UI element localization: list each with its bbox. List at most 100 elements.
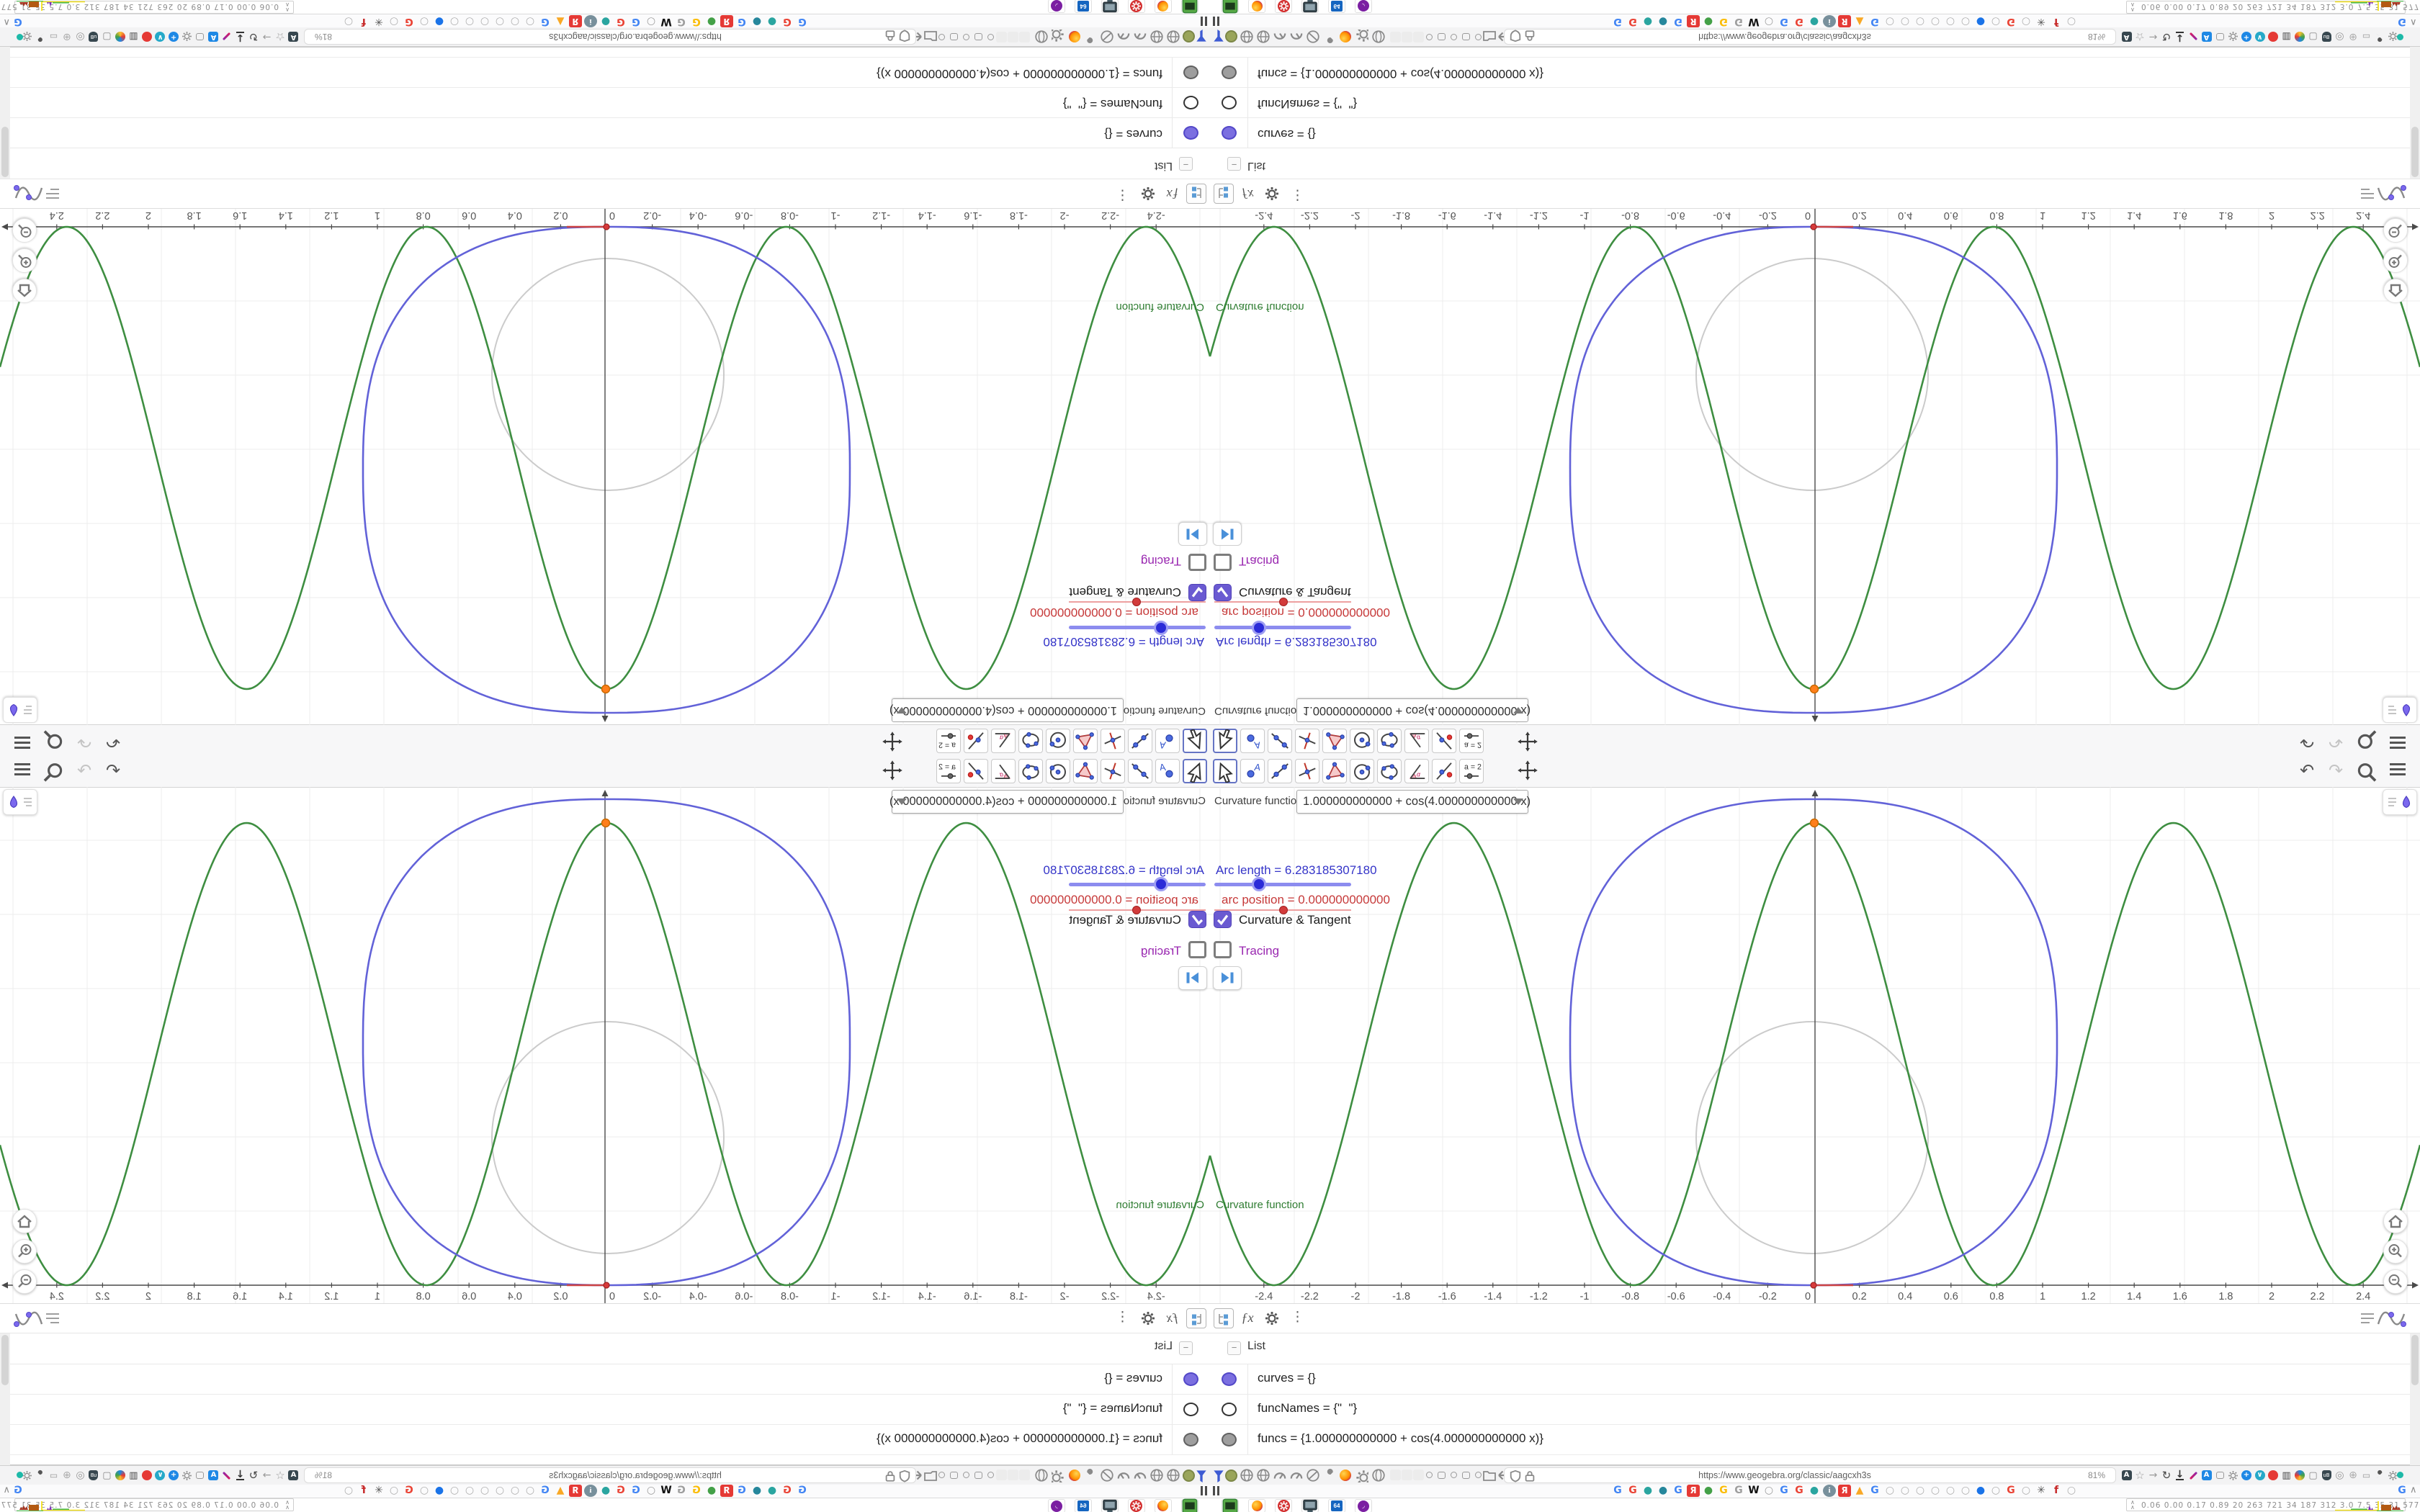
taskbar-app-firefox[interactable]	[1248, 0, 1265, 13]
taskbar-app-terminal-green[interactable]	[1222, 1498, 1239, 1512]
translate-blue-icon[interactable]: A	[2200, 30, 2213, 44]
tool-circle-with-center-button[interactable]	[1046, 759, 1070, 783]
small-toggle-icon[interactable]	[1426, 34, 1433, 40]
tracing-checkbox[interactable]	[1214, 554, 1232, 571]
bookmark-favicon[interactable]: G	[539, 1485, 552, 1497]
forward-arrow-icon[interactable]: →	[261, 1468, 273, 1482]
tool-circle-with-center-button[interactable]	[1350, 759, 1374, 783]
bookmark-favicon[interactable]: ○	[418, 1485, 431, 1497]
shield-ring-icon[interactable]: ◎	[2334, 30, 2346, 44]
down-circle-icon[interactable]: ∨	[154, 30, 166, 44]
bookmark-favicon[interactable]: ○	[448, 1485, 461, 1497]
tool-slider-button[interactable]: a = 2	[936, 729, 961, 753]
zoom-in-button[interactable]	[2383, 1239, 2408, 1264]
visibility-marble-funcs[interactable]	[1222, 66, 1237, 79]
gauge-icon[interactable]	[1289, 30, 1304, 44]
translate-blue-icon[interactable]: A	[207, 1468, 220, 1482]
tool-point-button[interactable]: A	[1155, 729, 1180, 753]
translate-dark-icon[interactable]: A	[2120, 30, 2133, 44]
bookmark-favicon[interactable]: G	[781, 1485, 794, 1497]
bookmark-favicon[interactable]: ●	[1702, 15, 1715, 27]
list-item-funcs[interactable]: funcs = {1.000000000000 + cos(4.00000000…	[0, 57, 1210, 87]
tool-circle-with-center-button[interactable]	[1350, 729, 1374, 753]
ublock-shield-icon[interactable]: uB	[2321, 30, 2333, 44]
bookmark-favicon[interactable]: ●	[750, 1485, 763, 1497]
graphics-stylebar-button[interactable]	[2383, 697, 2417, 723]
taskbar-app-mask-purple[interactable]: ◞	[1355, 0, 1372, 13]
zoom-out-button[interactable]	[2383, 218, 2408, 243]
bookmark-favicon[interactable]: ○	[2065, 1485, 2078, 1497]
shield-ring-icon[interactable]: ◎	[74, 30, 86, 44]
tool-line-through-two-points-button[interactable]	[1268, 759, 1292, 783]
record-red-icon[interactable]	[2267, 30, 2280, 44]
graphics-stylebar-button[interactable]	[2383, 789, 2417, 815]
bin-icon[interactable]: ▢	[101, 30, 113, 44]
visibility-marble-funcs[interactable]	[1183, 66, 1198, 79]
record-red-icon[interactable]	[141, 1468, 153, 1482]
firefox-icon[interactable]	[1338, 1468, 1353, 1482]
system-monitor-widget[interactable]: ∧ ∧ 0.06 0.00 0.17 0.89 20 263 721 34 187 …	[2126, 1498, 2420, 1511]
tool-perpendicular-line-button[interactable]	[1295, 729, 1319, 753]
wrench-icon[interactable]	[35, 30, 47, 44]
globe-icon[interactable]	[1256, 1468, 1270, 1482]
taskbar-app-gear-red[interactable]	[1128, 0, 1145, 13]
globe-dots-icon[interactable]: ⊕	[61, 30, 73, 44]
trash-icon[interactable]: ▥	[2280, 1468, 2293, 1482]
small-toggle-icon[interactable]	[1462, 1472, 1470, 1479]
bookmark-favicon[interactable]: ●	[599, 15, 612, 27]
visibility-marble-funcNames[interactable]	[1183, 1403, 1198, 1416]
bookmark-favicon[interactable]: ○	[2065, 15, 2078, 27]
add-circle-icon[interactable]: +	[168, 30, 180, 44]
bookmark-favicon[interactable]: G	[1626, 1485, 1639, 1497]
olive-extension-icon[interactable]	[1224, 1468, 1238, 1482]
translate-dark-icon[interactable]: A	[2120, 1468, 2133, 1482]
bookmark-favicon[interactable]: ○	[645, 1485, 658, 1497]
small-toggle-icon[interactable]	[987, 1472, 994, 1478]
tool-angle-button[interactable]: α	[1404, 729, 1429, 753]
gauge-icon[interactable]	[1133, 30, 1147, 44]
gear-icon[interactable]	[1354, 1468, 1368, 1482]
taskbar-app-gear-red[interactable]	[1275, 0, 1292, 13]
bookmark-star-icon[interactable]: ☆	[274, 30, 287, 44]
tool-polygon-button[interactable]	[1073, 729, 1098, 753]
function-style-button[interactable]: ƒx	[1237, 1308, 1258, 1328]
bookmark-favicon[interactable]: f	[357, 15, 370, 27]
wrench-icon[interactable]	[1323, 1468, 1337, 1482]
gauge-icon[interactable]	[1116, 30, 1131, 44]
bin-icon[interactable]: ▢	[101, 1468, 113, 1482]
tool-conic-through-points-button[interactable]	[1377, 729, 1402, 753]
list-item-curves[interactable]: curves = {}	[0, 1364, 1210, 1395]
down-circle-icon[interactable]: ∨	[154, 1468, 166, 1482]
scrollbar-thumb[interactable]	[2411, 127, 2419, 177]
list-item-curves[interactable]: curves = {}	[0, 117, 1210, 148]
bookmark-favicon[interactable]: G	[2396, 15, 2408, 27]
bookmark-favicon[interactable]: ○	[1762, 15, 1775, 27]
taskbar-app-monitor[interactable]	[1301, 0, 1319, 13]
firefox-icon[interactable]	[1338, 30, 1353, 44]
bookmark-favicon[interactable]: G	[675, 1485, 688, 1497]
tool-move-button[interactable]	[1183, 729, 1207, 753]
list-item-funcs[interactable]: funcs = {1.000000000000 + cos(4.00000000…	[1210, 1425, 2420, 1455]
forward-arrow-icon[interactable]: →	[2147, 30, 2159, 44]
bin-icon[interactable]: ▢	[2307, 30, 2319, 44]
bookmark-favicon[interactable]: G	[2396, 1485, 2408, 1497]
globe-icon[interactable]	[1034, 30, 1049, 44]
collapse-list-button[interactable]: −	[1227, 157, 1241, 171]
expand-chevron-icon[interactable]: ∧	[3, 1485, 10, 1495]
shield-ring-icon[interactable]: ◎	[74, 1468, 86, 1482]
arc-length-slider-track[interactable]	[1214, 883, 1351, 886]
arc-length-slider-handle[interactable]	[1154, 877, 1168, 891]
page-icon[interactable]: ▭	[2360, 30, 2372, 44]
bookmark-star-icon[interactable]: ☆	[274, 1468, 287, 1482]
algebra-settings-button[interactable]	[1262, 1308, 1282, 1328]
bookmark-favicon[interactable]: G	[796, 1485, 809, 1497]
visibility-marble-funcNames[interactable]	[1222, 96, 1237, 109]
bookmark-favicon[interactable]: Я	[1838, 1485, 1851, 1497]
zoom-out-button[interactable]	[2383, 1269, 2408, 1294]
list-item-funcNames[interactable]: funcNames = {" "}	[0, 87, 1210, 117]
tool-move-graphics-view-button[interactable]	[880, 729, 905, 753]
small-toggle-icon[interactable]	[938, 34, 945, 40]
wrench-icon[interactable]	[2374, 1468, 2386, 1482]
gear-icon[interactable]	[1052, 30, 1066, 44]
tool-perpendicular-line-button[interactable]	[1101, 759, 1125, 783]
